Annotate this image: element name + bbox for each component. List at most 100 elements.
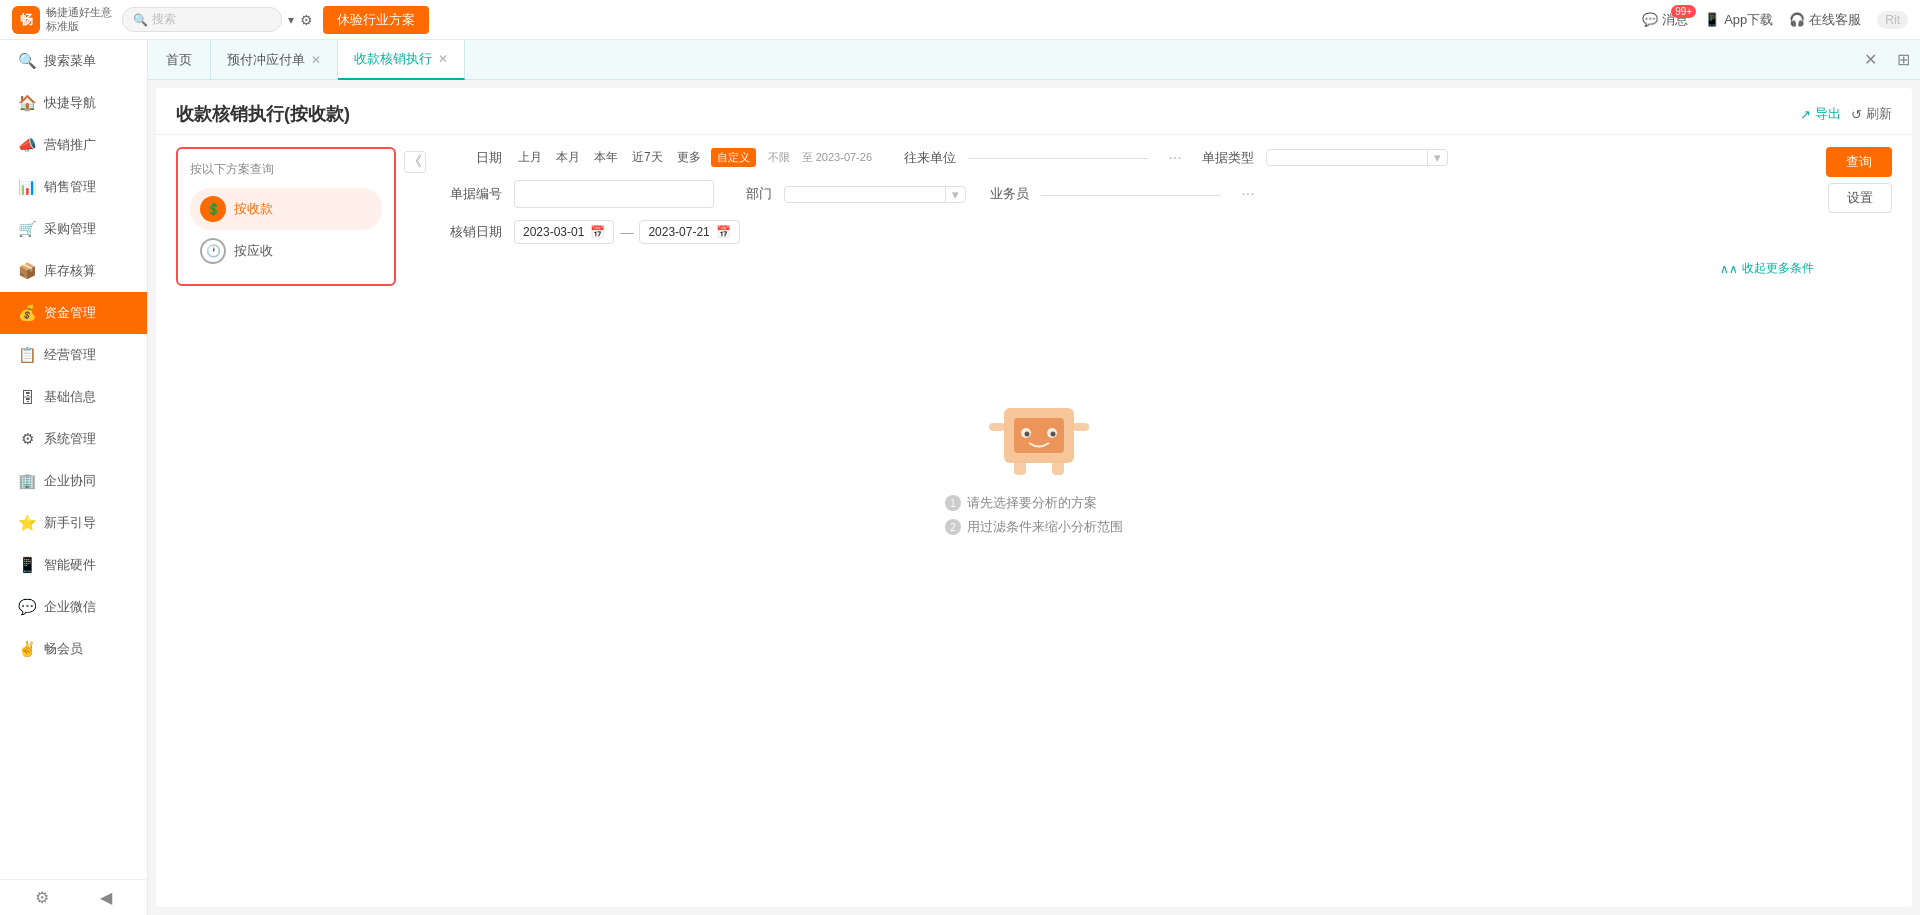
filter-option-by-receipt[interactable]: 💲 按收款 bbox=[190, 188, 382, 230]
collapse-more-label: 收起更多条件 bbox=[1742, 260, 1814, 277]
sidebar-item-guide[interactable]: ⭐ 新手引导 bbox=[0, 502, 147, 544]
sidebar-item-hardware[interactable]: 📱 智能硬件 bbox=[0, 544, 147, 586]
doc-type-select[interactable]: ▾ bbox=[1266, 149, 1448, 166]
tab-receipt-offset[interactable]: 收款核销执行 ✕ bbox=[338, 40, 465, 80]
sidebar-item-member[interactable]: ✌ 畅会员 bbox=[0, 628, 147, 670]
sidebar-label-wechat: 企业微信 bbox=[44, 598, 96, 616]
sidebar-label-system: 系统管理 bbox=[44, 430, 96, 448]
export-button[interactable]: ↗ 导出 bbox=[1800, 105, 1841, 123]
phone-icon: 📱 bbox=[1704, 12, 1720, 27]
filter-sidebar-title: 按以下方案查询 bbox=[190, 161, 382, 178]
sidebar-item-system[interactable]: ⚙ 系统管理 bbox=[0, 418, 147, 460]
date-btn-this-year[interactable]: 本年 bbox=[590, 147, 622, 168]
collapse-more-button[interactable]: ∧∧ 收起更多条件 bbox=[1720, 260, 1814, 277]
date-separator: — bbox=[620, 225, 633, 240]
date-to-text: 至 2023-07-26 bbox=[802, 150, 872, 165]
partner-dots[interactable]: ··· bbox=[1160, 149, 1190, 167]
by-receivable-label: 按应收 bbox=[234, 242, 273, 260]
filter-actions: 查询 设置 bbox=[1826, 147, 1892, 281]
sidebar-collapse-button[interactable]: 《 bbox=[404, 151, 426, 173]
gear-icon[interactable]: ⚙ bbox=[300, 12, 313, 28]
by-receipt-icon: 💲 bbox=[200, 196, 226, 222]
sidebar-item-enterprise[interactable]: 🏢 企业协同 bbox=[0, 460, 147, 502]
staff-dots[interactable]: ··· bbox=[1233, 185, 1263, 203]
dept-select[interactable]: ▾ bbox=[784, 186, 966, 203]
date-no-limit-text: 不限 bbox=[768, 150, 790, 165]
top-search-bar[interactable]: 🔍 搜索 bbox=[122, 7, 282, 32]
doc-no-input[interactable] bbox=[514, 180, 714, 208]
sidebar-item-base-info[interactable]: 🗄 基础信息 bbox=[0, 376, 147, 418]
filter-sidebar: 按以下方案查询 💲 按收款 🕐 按应收 bbox=[176, 147, 396, 286]
message-icon: 💬 bbox=[1642, 12, 1658, 27]
tab-receipt-offset-close[interactable]: ✕ bbox=[438, 52, 448, 66]
app-logo: 畅 畅捷通好生意标准版 bbox=[12, 6, 112, 34]
refresh-button[interactable]: ↺ 刷新 bbox=[1851, 105, 1892, 123]
doc-type-arrow[interactable]: ▾ bbox=[1427, 150, 1447, 165]
sidebar-item-business[interactable]: 📋 经营管理 bbox=[0, 334, 147, 376]
date-btn-7days[interactable]: 近7天 bbox=[628, 147, 667, 168]
tab-close-button[interactable]: ✕ bbox=[1854, 50, 1887, 69]
app-download-button[interactable]: 📱 App下载 bbox=[1704, 11, 1773, 29]
sidebar-label-purchase: 采购管理 bbox=[44, 220, 96, 238]
sidebar-item-finance[interactable]: 💰 资金管理 bbox=[0, 292, 147, 334]
tab-fullscreen-button[interactable]: ⊞ bbox=[1887, 50, 1920, 69]
partner-input-area[interactable] bbox=[968, 156, 1148, 159]
staff-input-area[interactable] bbox=[1041, 193, 1221, 196]
page-title: 收款核销执行(按收款) bbox=[176, 102, 350, 126]
verify-date-end-input[interactable]: 2023-07-21 📅 bbox=[639, 220, 739, 244]
sidebar-item-quick-nav[interactable]: 🏠 快捷导航 bbox=[0, 82, 147, 124]
date-btn-more[interactable]: 更多 bbox=[673, 147, 705, 168]
by-receivable-icon: 🕐 bbox=[200, 238, 226, 264]
filter-area: 按以下方案查询 💲 按收款 🕐 按应收 《 bbox=[156, 135, 1912, 298]
online-service-button[interactable]: 🎧 在线客服 bbox=[1789, 11, 1861, 29]
enterprise-icon: 🏢 bbox=[18, 472, 36, 490]
date-btn-this-month[interactable]: 本月 bbox=[552, 147, 584, 168]
tab-prepay[interactable]: 预付冲应付单 ✕ bbox=[211, 40, 338, 80]
calendar-icon-start: 📅 bbox=[590, 225, 605, 239]
sidebar-label-member: 畅会员 bbox=[44, 640, 83, 658]
dept-arrow[interactable]: ▾ bbox=[945, 187, 965, 202]
sidebar-item-wechat[interactable]: 💬 企业微信 bbox=[0, 586, 147, 628]
refresh-label: 刷新 bbox=[1866, 105, 1892, 123]
search-placeholder-text: 搜索 bbox=[152, 11, 176, 28]
user-profile[interactable]: Rit bbox=[1877, 11, 1908, 29]
tab-prepay-close[interactable]: ✕ bbox=[311, 53, 321, 67]
sidebar-item-inventory[interactable]: 📦 库存核算 bbox=[0, 250, 147, 292]
filter-row-1: 日期 上月 本月 本年 近7天 更多 自定义 不限 bbox=[442, 147, 1814, 168]
top-bar-right: 💬 消息 99+ 📱 App下载 🎧 在线客服 Rit bbox=[1642, 11, 1908, 29]
setting-button[interactable]: 设置 bbox=[1828, 183, 1892, 213]
date-btn-custom[interactable]: 自定义 bbox=[711, 148, 756, 167]
sidebar-item-purchase[interactable]: 🛒 采购管理 bbox=[0, 208, 147, 250]
sidebar-label-inventory: 库存核算 bbox=[44, 262, 96, 280]
marketing-icon: 📣 bbox=[18, 136, 36, 154]
sidebar-label-sales: 销售管理 bbox=[44, 178, 96, 196]
date-btn-last-month[interactable]: 上月 bbox=[514, 147, 546, 168]
query-button[interactable]: 查询 bbox=[1826, 147, 1892, 177]
tab-home[interactable]: 首页 bbox=[148, 40, 211, 80]
sidebar-item-marketing[interactable]: 📣 营销推广 bbox=[0, 124, 147, 166]
sidebar: 🔍 搜索菜单 🏠 快捷导航 📣 营销推广 📊 销售管理 🛒 采购管理 📦 库存核… bbox=[0, 40, 148, 915]
page-header: 收款核销执行(按收款) ↗ 导出 ↺ 刷新 bbox=[156, 88, 1912, 135]
sidebar-collapse-icon[interactable]: ◀ bbox=[100, 888, 112, 907]
filter-option-by-receivable[interactable]: 🕐 按应收 bbox=[190, 230, 382, 272]
sidebar-settings-icon[interactable]: ⚙ bbox=[35, 888, 49, 907]
svg-rect-8 bbox=[1014, 461, 1026, 475]
search-dropdown-icon[interactable]: ▾ bbox=[288, 13, 294, 27]
chevron-up-icon: ∧∧ bbox=[1720, 262, 1738, 276]
sidebar-item-sales[interactable]: 📊 销售管理 bbox=[0, 166, 147, 208]
content-area: 首页 预付冲应付单 ✕ 收款核销执行 ✕ ✕ ⊞ 收款核销执行(按收款) bbox=[148, 40, 1920, 915]
tab-prepay-label: 预付冲应付单 bbox=[227, 51, 305, 69]
verify-date-start-input[interactable]: 2023-03-01 📅 bbox=[514, 220, 614, 244]
dept-label: 部门 bbox=[746, 185, 772, 203]
collapse-more-area: ∧∧ 收起更多条件 bbox=[442, 256, 1814, 281]
finance-icon: 💰 bbox=[18, 304, 36, 322]
main-layout: 🔍 搜索菜单 🏠 快捷导航 📣 营销推广 📊 销售管理 🛒 采购管理 📦 库存核… bbox=[0, 40, 1920, 915]
filter-main: 日期 上月 本月 本年 近7天 更多 自定义 不限 bbox=[442, 147, 1892, 286]
svg-point-4 bbox=[1025, 432, 1030, 437]
sales-icon: 📊 bbox=[18, 178, 36, 196]
empty-svg bbox=[984, 378, 1104, 478]
tab-receipt-offset-label: 收款核销执行 bbox=[354, 50, 432, 68]
industry-solution-button[interactable]: 休验行业方案 bbox=[323, 6, 429, 34]
sidebar-item-search[interactable]: 🔍 搜索菜单 bbox=[0, 40, 147, 82]
messages-button[interactable]: 💬 消息 99+ bbox=[1642, 11, 1688, 29]
